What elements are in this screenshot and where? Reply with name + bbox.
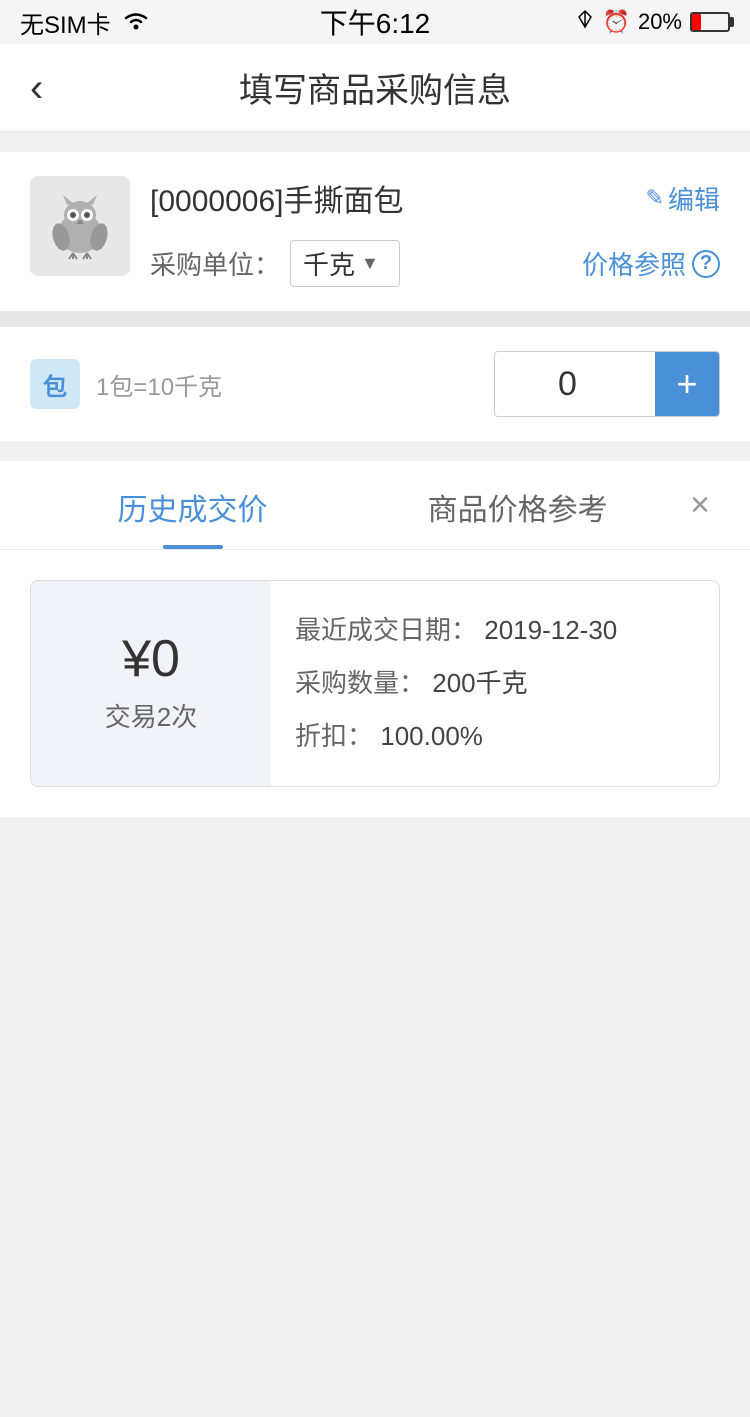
price-card: ¥0 交易2次 最近成交日期： 2019-12-30 采购数量： 200千克 折… [30, 580, 720, 787]
unit-label: 采购单位： 千克 ▼ [150, 240, 400, 287]
discount-value: 100.00% [380, 721, 483, 751]
location-icon [575, 9, 595, 35]
recent-date-label: 最近成交日期： [295, 615, 477, 645]
currency-symbol: ¥ [122, 630, 151, 688]
wifi-icon [121, 8, 151, 37]
status-bar: 无SIM卡 下午6:12 ⏰ 20% [0, 0, 750, 44]
tab-close-button[interactable]: × [680, 466, 720, 545]
status-right: ⏰ 20% [575, 9, 730, 35]
product-section: [0000006]手撕面包 ✎ 编辑 采购单位： 千克 ▼ 价格参照 [0, 152, 750, 311]
section-divider [0, 311, 750, 327]
recent-date-value: 2019-12-30 [484, 615, 617, 645]
purchase-qty-row: 采购数量： 200千克 [295, 664, 695, 703]
tab-product-price-ref[interactable]: 商品价格参考 [355, 461, 680, 549]
tab-header: 历史成交价 商品价格参考 × [0, 461, 750, 550]
price-card-container: ¥0 交易2次 最近成交日期： 2019-12-30 采购数量： 200千克 折… [0, 550, 750, 817]
quantity-input[interactable] [495, 352, 655, 416]
tab-history-price-label: 历史成交价 [118, 494, 268, 527]
quantity-conversion: 1包=10千克 [96, 367, 222, 402]
purchase-qty-label: 采购数量： [295, 668, 425, 698]
dropdown-arrow-icon: ▼ [361, 253, 379, 274]
quantity-plus-button[interactable]: + [655, 352, 719, 416]
page-title: 填写商品采购信息 [239, 63, 511, 112]
carrier-label: 无SIM卡 [20, 5, 111, 40]
nav-bar: ‹ 填写商品采购信息 [0, 44, 750, 132]
discount-row: 折扣： 100.00% [295, 717, 695, 756]
edit-button[interactable]: ✎ 编辑 [646, 180, 720, 217]
quantity-input-group: + [494, 351, 720, 417]
unit-value: 千克 [303, 245, 355, 282]
status-left: 无SIM卡 [20, 5, 151, 40]
price-display: ¥0 [122, 633, 180, 685]
recent-date-row: 最近成交日期： 2019-12-30 [295, 611, 695, 650]
tab-product-price-ref-label: 商品价格参考 [428, 494, 608, 527]
price-value: 0 [151, 630, 180, 688]
product-thumbnail [30, 176, 130, 276]
plus-icon: + [676, 363, 697, 405]
edit-label: 编辑 [668, 180, 720, 217]
edit-icon: ✎ [646, 185, 664, 211]
status-time: 下午6:12 [320, 2, 431, 42]
alarm-icon: ⏰ [603, 9, 630, 35]
price-card-right: 最近成交日期： 2019-12-30 采购数量： 200千克 折扣： 100.0… [271, 581, 719, 786]
price-card-left: ¥0 交易2次 [31, 581, 271, 786]
discount-label: 折扣： [295, 721, 373, 751]
price-reference-link[interactable]: 价格参照 ? [582, 245, 720, 282]
purchase-qty-value: 200千克 [432, 668, 527, 698]
product-name: [0000006]手撕面包 [150, 176, 403, 220]
transaction-count: 交易2次 [105, 697, 197, 734]
bottom-area [0, 817, 750, 1417]
battery-icon [690, 12, 730, 32]
back-button[interactable]: ‹ [30, 68, 43, 108]
help-icon: ? [692, 250, 720, 278]
product-info: [0000006]手撕面包 ✎ 编辑 采购单位： 千克 ▼ 价格参照 [150, 176, 720, 287]
tab-history-price[interactable]: 历史成交价 [30, 461, 355, 549]
quantity-unit-badge: 包 [30, 359, 80, 409]
battery-percent: 20% [638, 9, 682, 35]
quantity-section: 包 1包=10千克 + [0, 327, 750, 441]
tab-section: 历史成交价 商品价格参考 × ¥0 交易2次 最近成交日期： 2019-12-3… [0, 461, 750, 817]
price-ref-label: 价格参照 [582, 245, 686, 282]
unit-select-dropdown[interactable]: 千克 ▼ [290, 240, 400, 287]
